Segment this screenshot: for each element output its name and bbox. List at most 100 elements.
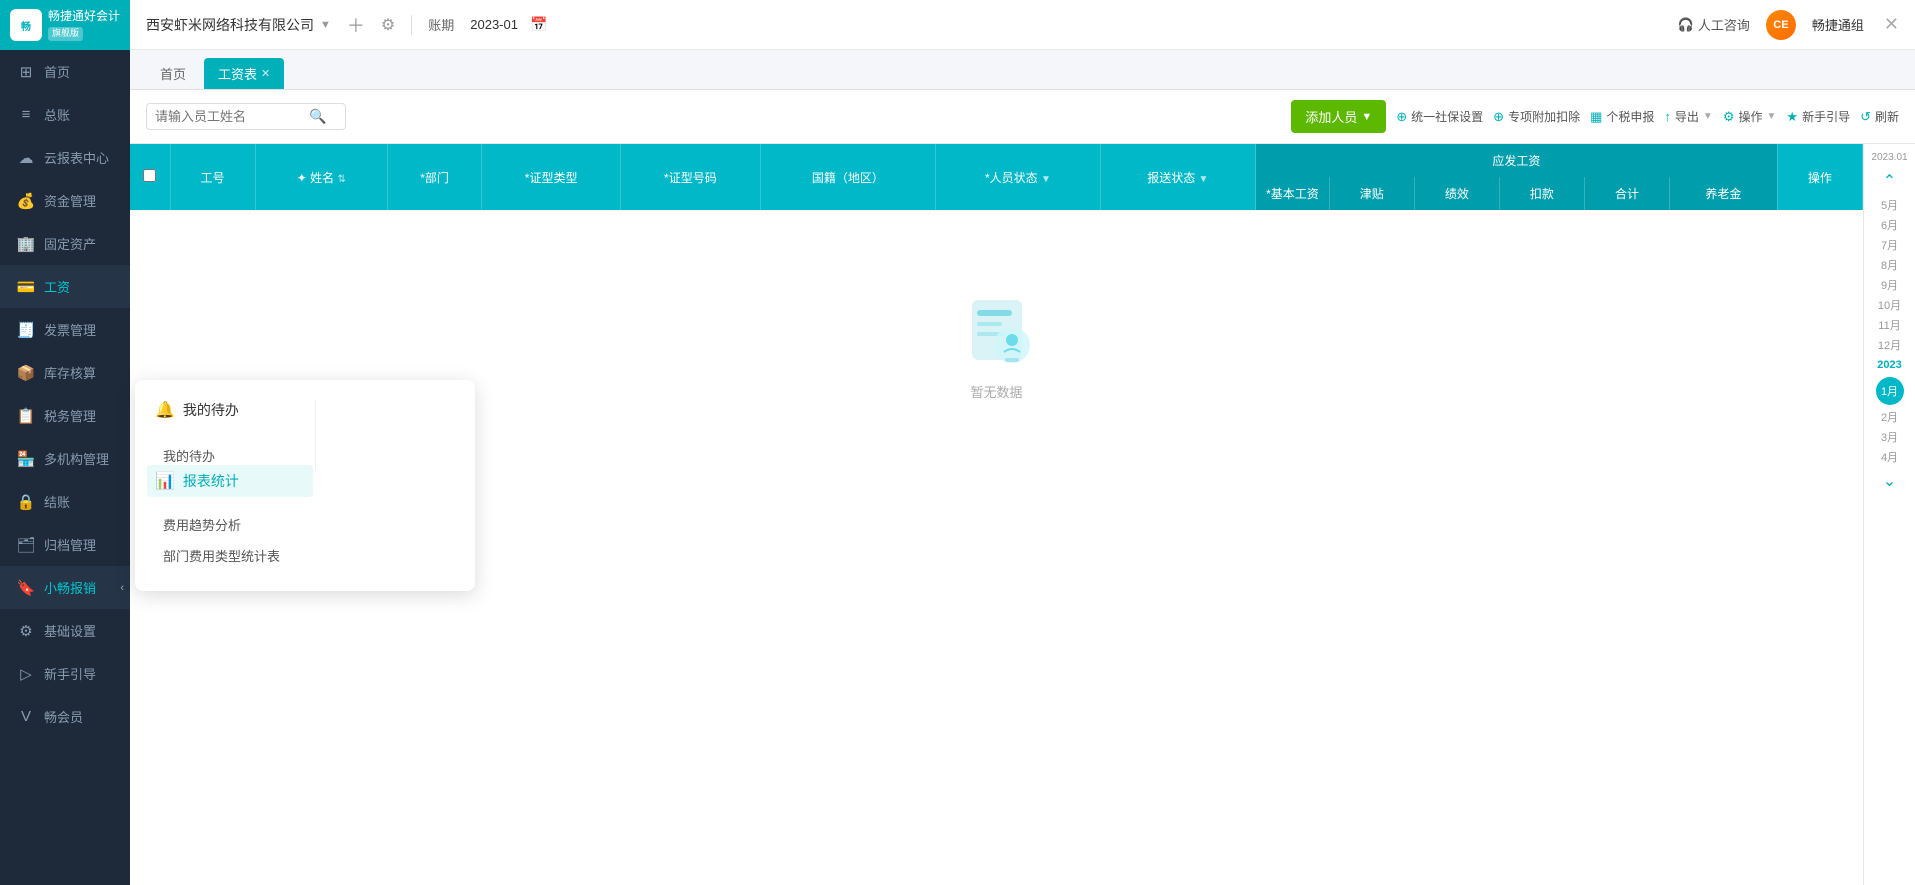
name-sort-icon[interactable]: ⇅ [338, 174, 346, 185]
settings-icon: ⚙ [16, 622, 36, 640]
col-base-salary: *基本工资 [1256, 177, 1330, 210]
timeline-month-10[interactable]: 10月 [1864, 295, 1915, 315]
col-allowance: 津贴 [1329, 177, 1414, 210]
social-security-icon: ⊕ [1396, 109, 1407, 125]
col-group-salary: 应发工资 [1256, 144, 1778, 177]
sidebar: 畅 畅捷通好会计 旗舰版 ⊞ 首页 ≡ 总账 ☁ 云报表中心 💰 资金管理 🏢 … [0, 0, 130, 885]
sidebar-item-salary[interactable]: 💳 工资 [0, 265, 130, 308]
operation-action[interactable]: ⚙ 操作 ▼ [1723, 108, 1777, 125]
col-name: ✦ 姓名 ⇅ [255, 144, 388, 210]
sidebar-item-inventory[interactable]: 📦 库存核算 [0, 351, 130, 394]
refresh-action[interactable]: ↺ 刷新 [1860, 108, 1899, 125]
special-deduction-icon: ⊕ [1493, 109, 1504, 125]
sidebar-item-ledger[interactable]: ≡ 总账 [0, 93, 130, 136]
popup-todo-icon: 🔔 [155, 400, 175, 420]
avatar: CE [1766, 10, 1796, 40]
personal-tax-icon: ▦ [1590, 109, 1602, 125]
operation-dropdown-icon: ▼ [1767, 111, 1777, 122]
sidebar-item-basic-settings[interactable]: ⚙ 基础设置 [0, 609, 130, 652]
person-status-filter-icon[interactable]: ▼ [1041, 174, 1051, 185]
timeline-month-2[interactable]: 2月 [1864, 407, 1915, 427]
col-total: 合计 [1584, 177, 1669, 210]
popup-item-cost-trend[interactable]: 费用趋势分析 [155, 509, 305, 540]
xiaochangbaoxiao-icon: 🔖 [16, 579, 36, 597]
timeline-month-9[interactable]: 9月 [1864, 275, 1915, 295]
logo-icon: 畅 [10, 9, 42, 41]
report-status-filter-icon[interactable]: ▼ [1199, 174, 1209, 185]
add-person-button[interactable]: 添加人员 ▼ [1291, 100, 1386, 133]
sidebar-item-cloud-report[interactable]: ☁ 云报表中心 [0, 136, 130, 179]
timeline-month-4[interactable]: 4月 [1864, 447, 1915, 467]
popup-menu: 🔔 我的待办 我的待办 📊 报表统计 费用趋势分析 部门费用类型统计表 [135, 380, 475, 591]
inventory-icon: 📦 [16, 364, 36, 382]
timeline-month-12[interactable]: 12月 [1864, 335, 1915, 355]
sidebar-item-close[interactable]: 🔒 结账 [0, 480, 130, 523]
timeline-month-1-current[interactable]: 1月 [1876, 377, 1904, 405]
sidebar-item-invoice[interactable]: 🧾 发票管理 [0, 308, 130, 351]
tab-close-icon[interactable]: ✕ [261, 67, 270, 80]
tab-salary-sheet[interactable]: 工资表 ✕ [204, 58, 284, 89]
cloud-report-icon: ☁ [16, 149, 36, 167]
topbar-right: 🎧 人工咨询 CE 畅捷通组 [1678, 10, 1864, 40]
right-timeline-sidebar: 2023.01 ⌃ 5月 6月 7月 8月 9月 10月 11月 12月 202… [1863, 144, 1915, 885]
sidebar-item-multi-org[interactable]: 🏪 多机构管理 [0, 437, 130, 480]
social-security-action[interactable]: ⊕ 统一社保设置 [1396, 108, 1483, 125]
company-settings-icon[interactable]: ⚙ [381, 15, 395, 35]
popup-item-dept-cost-type[interactable]: 部门费用类型统计表 [155, 540, 305, 571]
invoice-icon: 🧾 [16, 321, 36, 339]
timeline-month-6[interactable]: 6月 [1864, 215, 1915, 235]
export-action[interactable]: ↑ 导出 ▼ [1664, 108, 1712, 125]
logo-text: 畅捷通好会计 旗舰版 [48, 9, 120, 40]
sidebar-item-fixed-asset[interactable]: 🏢 固定资产 [0, 222, 130, 265]
sidebar-item-archive[interactable]: 🗂 归档管理 [0, 523, 130, 566]
special-deduction-action[interactable]: ⊕ 专项附加扣除 [1493, 108, 1580, 125]
company-selector[interactable]: 西安虾米网络科技有限公司 ▼ [146, 15, 331, 35]
col-operation: 操作 [1777, 144, 1862, 210]
timeline-month-11[interactable]: 11月 [1864, 315, 1915, 335]
popup-section-title-1: 🔔 我的待办 [155, 400, 305, 428]
refresh-icon: ↺ [1860, 109, 1871, 125]
archive-icon: 🗂 [16, 536, 36, 554]
col-pension: 养老金 [1670, 177, 1778, 210]
sidebar-item-fund[interactable]: 💰 资金管理 [0, 179, 130, 222]
export-icon: ↑ [1664, 109, 1671, 124]
multi-org-icon: 🏪 [16, 450, 36, 468]
empty-text: 暂无数据 [970, 382, 1022, 401]
new-guide-action[interactable]: ★ 新手引导 [1786, 108, 1850, 125]
calendar-icon[interactable]: 📅 [530, 16, 547, 33]
headset-icon: 🎧 [1678, 17, 1694, 33]
salary-icon: 💳 [16, 278, 36, 296]
timeline-month-3[interactable]: 3月 [1864, 427, 1915, 447]
search-icon[interactable]: 🔍 [309, 108, 326, 125]
period-value: 2023-01 [470, 17, 518, 32]
sidebar-item-new-guide[interactable]: ▷ 新手引导 [0, 652, 130, 695]
popup-section-title-2: 📊 报表统计 [147, 465, 313, 497]
topbar-divider [411, 15, 412, 35]
sidebar-item-home[interactable]: ⊞ 首页 [0, 50, 130, 93]
operation-icon: ⚙ [1723, 109, 1735, 125]
col-id-type: *证型类型 [482, 144, 621, 210]
timeline-down-nav[interactable]: ⌄ [1879, 467, 1900, 495]
member-icon: V [16, 708, 36, 725]
sidebar-item-tax[interactable]: 📋 税务管理 [0, 394, 130, 437]
service-button[interactable]: 🎧 人工咨询 [1678, 15, 1750, 34]
popup-divider [315, 400, 316, 471]
col-nationality: 国籍（地区） [760, 144, 936, 210]
timeline-month-8[interactable]: 8月 [1864, 255, 1915, 275]
home-icon: ⊞ [16, 63, 36, 81]
fixed-asset-icon: 🏢 [16, 235, 36, 253]
personal-tax-action[interactable]: ▦ 个税申报 [1590, 108, 1654, 125]
new-guide-icon: ▷ [16, 665, 36, 683]
timeline-up-nav[interactable]: ⌃ [1879, 167, 1900, 195]
timeline-month-7[interactable]: 7月 [1864, 235, 1915, 255]
col-deduction: 扣款 [1499, 177, 1584, 210]
search-input[interactable] [155, 109, 305, 124]
add-company-button[interactable]: ＋ [343, 12, 369, 38]
popup-section-my-todo: 🔔 我的待办 我的待办 [155, 400, 305, 471]
sidebar-item-member[interactable]: V 畅会员 [0, 695, 130, 738]
sidebar-item-xiaochangbaoxiao[interactable]: 🔖 小畅报销 ‹ [0, 566, 130, 609]
window-close-button[interactable]: ✕ [1884, 14, 1899, 35]
timeline-month-5[interactable]: 5月 [1864, 195, 1915, 215]
tab-home[interactable]: 首页 [146, 58, 200, 89]
select-all-checkbox[interactable] [143, 169, 156, 182]
